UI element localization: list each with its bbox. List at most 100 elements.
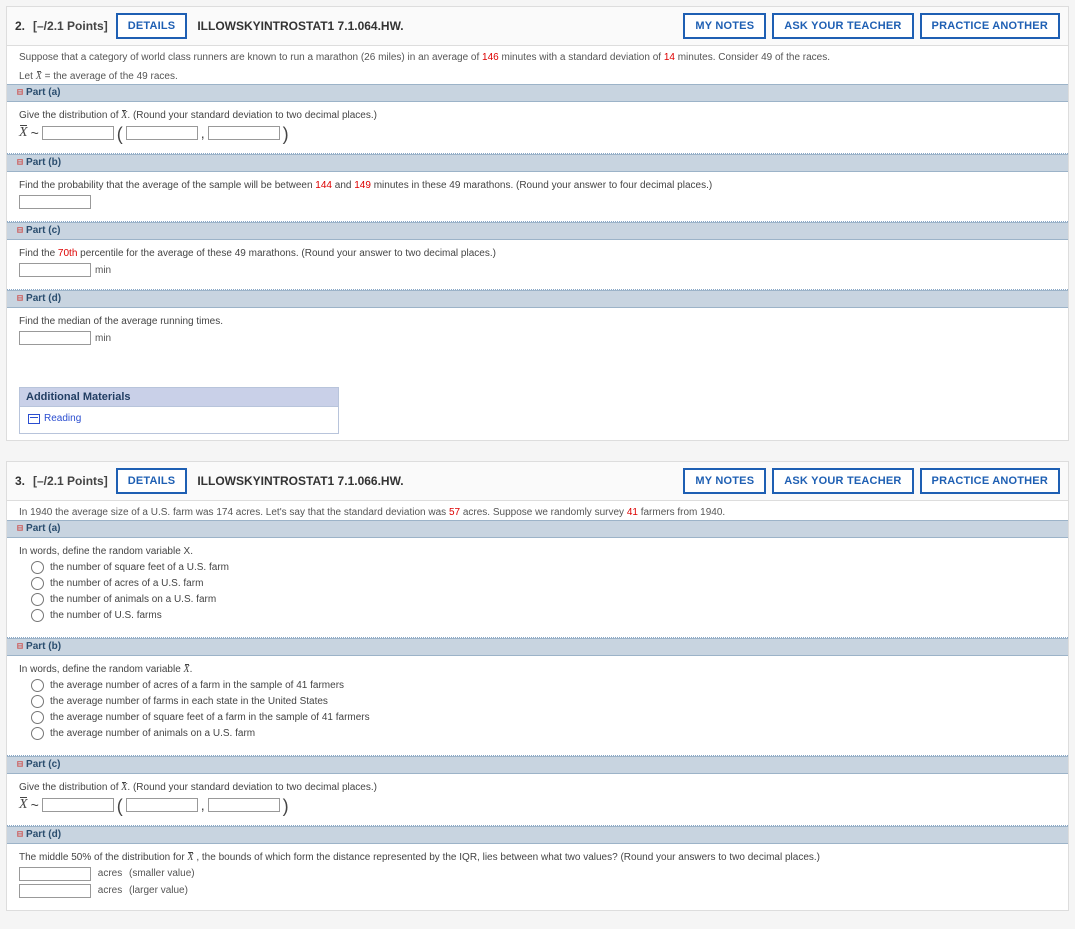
part-d-header[interactable]: ⊟Part (d) xyxy=(7,826,1068,844)
radio-input[interactable] xyxy=(31,727,44,740)
ebook-icon xyxy=(28,414,40,424)
unit-label: acres xyxy=(98,885,122,896)
my-notes-button[interactable]: MY NOTES xyxy=(683,13,766,39)
distribution-row: X ~ ( , ) xyxy=(19,125,1056,141)
part-label: Part (c) xyxy=(26,759,60,770)
iqr-upper-input[interactable] xyxy=(19,884,91,898)
dist-mean-input[interactable] xyxy=(126,798,198,812)
part-label: Part (b) xyxy=(26,157,61,168)
part-label: Part (d) xyxy=(26,293,61,304)
distribution-row: X ~ ( , ) xyxy=(19,797,1056,813)
practice-another-button[interactable]: PRACTICE ANOTHER xyxy=(920,468,1060,494)
close-paren: ) xyxy=(283,127,289,141)
prompt-text: Give the distribution of xyxy=(19,110,121,121)
open-paren: ( xyxy=(117,799,123,813)
collapse-icon: ⊟ xyxy=(17,226,23,237)
part-c-body: Find the 70th percentile for the average… xyxy=(7,240,1068,289)
prompt-text: , the bounds of which form the distance … xyxy=(196,852,820,863)
part-b-header[interactable]: ⊟Part (b) xyxy=(7,638,1068,656)
prompt-text: Find the probability that the average of… xyxy=(19,180,315,191)
larger-label: (larger value) xyxy=(129,885,188,896)
prompt-text: Find the xyxy=(19,248,58,259)
part-label: Part (c) xyxy=(26,225,60,236)
part-label: Part (a) xyxy=(26,523,60,534)
ask-teacher-button[interactable]: ASK YOUR TEACHER xyxy=(772,13,913,39)
option-label: the average number of farms in each stat… xyxy=(50,696,328,707)
part-c-header[interactable]: ⊟Part (c) xyxy=(7,222,1068,240)
tilde-symbol: ~ xyxy=(31,797,39,813)
prompt-text: The middle 50% of the distribution for xyxy=(19,852,187,863)
header-actions: MY NOTES ASK YOUR TEACHER PRACTICE ANOTH… xyxy=(683,13,1060,39)
part-c-header[interactable]: ⊟Part (c) xyxy=(7,756,1068,774)
question-intro: In 1940 the average size of a U.S. farm … xyxy=(7,501,1068,520)
iqr-lower-input[interactable] xyxy=(19,867,91,881)
radio-input[interactable] xyxy=(31,711,44,724)
radio-input[interactable] xyxy=(31,561,44,574)
my-notes-button[interactable]: MY NOTES xyxy=(683,468,766,494)
radio-input[interactable] xyxy=(31,679,44,692)
radio-option[interactable]: the number of square feet of a U.S. farm xyxy=(31,561,1056,574)
radio-input[interactable] xyxy=(31,577,44,590)
probability-input[interactable] xyxy=(19,195,91,209)
intro-text: minutes. Consider 49 of the races. xyxy=(675,52,830,63)
additional-materials-header: Additional Materials xyxy=(20,388,338,407)
percentile-input[interactable] xyxy=(19,263,91,277)
part-label: Part (a) xyxy=(26,87,60,98)
radio-input[interactable] xyxy=(31,593,44,606)
xbar-symbol: X xyxy=(187,852,193,863)
dist-name-input[interactable] xyxy=(42,798,114,812)
radio-input[interactable] xyxy=(31,609,44,622)
header-actions: MY NOTES ASK YOUR TEACHER PRACTICE ANOTH… xyxy=(683,468,1060,494)
option-label: the average number of square feet of a f… xyxy=(50,712,370,723)
radio-option[interactable]: the average number of animals on a U.S. … xyxy=(31,727,1056,740)
part-b-header[interactable]: ⊟Part (b) xyxy=(7,154,1068,172)
dist-sd-input[interactable] xyxy=(208,126,280,140)
dist-name-input[interactable] xyxy=(42,126,114,140)
collapse-icon: ⊟ xyxy=(17,642,23,653)
xbar-symbol: X xyxy=(121,110,127,121)
radio-option[interactable]: the number of acres of a U.S. farm xyxy=(31,577,1056,590)
value-2: 149 xyxy=(354,180,371,191)
radio-option[interactable]: the number of U.S. farms xyxy=(31,609,1056,622)
radio-input[interactable] xyxy=(31,695,44,708)
smaller-label: (smaller value) xyxy=(129,868,195,879)
part-d-body: The middle 50% of the distribution for X… xyxy=(7,844,1068,910)
practice-another-button[interactable]: PRACTICE ANOTHER xyxy=(920,13,1060,39)
option-label: the number of acres of a U.S. farm xyxy=(50,578,203,589)
collapse-icon: ⊟ xyxy=(17,158,23,169)
intro-sd: 57 xyxy=(449,507,460,518)
let-text: Let xyxy=(19,71,36,82)
prompt-text: (Round your standard deviation to two de… xyxy=(133,110,377,121)
additional-materials: Additional Materials Reading xyxy=(19,387,339,434)
prompt-text: Find the median of the average running t… xyxy=(19,316,223,327)
prompt-text: minutes in these 49 marathons. (Round yo… xyxy=(371,180,712,191)
details-button[interactable]: DETAILS xyxy=(116,468,188,494)
additional-materials-body: Reading xyxy=(20,407,338,433)
option-label: the number of animals on a U.S. farm xyxy=(50,594,216,605)
part-a-header[interactable]: ⊟Part (a) xyxy=(7,520,1068,538)
question-reference: ILLOWSKYINTROSTAT1 7.1.066.HW. xyxy=(197,474,403,488)
details-button[interactable]: DETAILS xyxy=(116,13,188,39)
question-reference: ILLOWSKYINTROSTAT1 7.1.064.HW. xyxy=(197,19,403,33)
median-input[interactable] xyxy=(19,331,91,345)
radio-option[interactable]: the average number of square feet of a f… xyxy=(31,711,1056,724)
radio-option[interactable]: the average number of farms in each stat… xyxy=(31,695,1056,708)
ask-teacher-button[interactable]: ASK YOUR TEACHER xyxy=(772,468,913,494)
reading-link[interactable]: Reading xyxy=(28,413,81,424)
dist-mean-input[interactable] xyxy=(126,126,198,140)
intro-text: minutes with a standard deviation of xyxy=(499,52,664,63)
close-paren: ) xyxy=(283,799,289,813)
part-b-body: In words, define the random variable X. … xyxy=(7,656,1068,755)
part-a-header[interactable]: ⊟Part (a) xyxy=(7,84,1068,102)
collapse-icon: ⊟ xyxy=(17,830,23,841)
intro-n: 41 xyxy=(627,507,638,518)
question-points: [–/2.1 Points] xyxy=(33,19,108,33)
dist-sd-input[interactable] xyxy=(208,798,280,812)
part-d-header[interactable]: ⊟Part (d) xyxy=(7,290,1068,308)
intro-text: farmers from 1940. xyxy=(638,507,725,518)
radio-option[interactable]: the average number of acres of a farm in… xyxy=(31,679,1056,692)
prompt-text: In words, define the random variable X. xyxy=(19,546,1056,557)
intro-sd: 14 xyxy=(664,52,675,63)
unit-label: acres xyxy=(98,868,122,879)
radio-option[interactable]: the number of animals on a U.S. farm xyxy=(31,593,1056,606)
